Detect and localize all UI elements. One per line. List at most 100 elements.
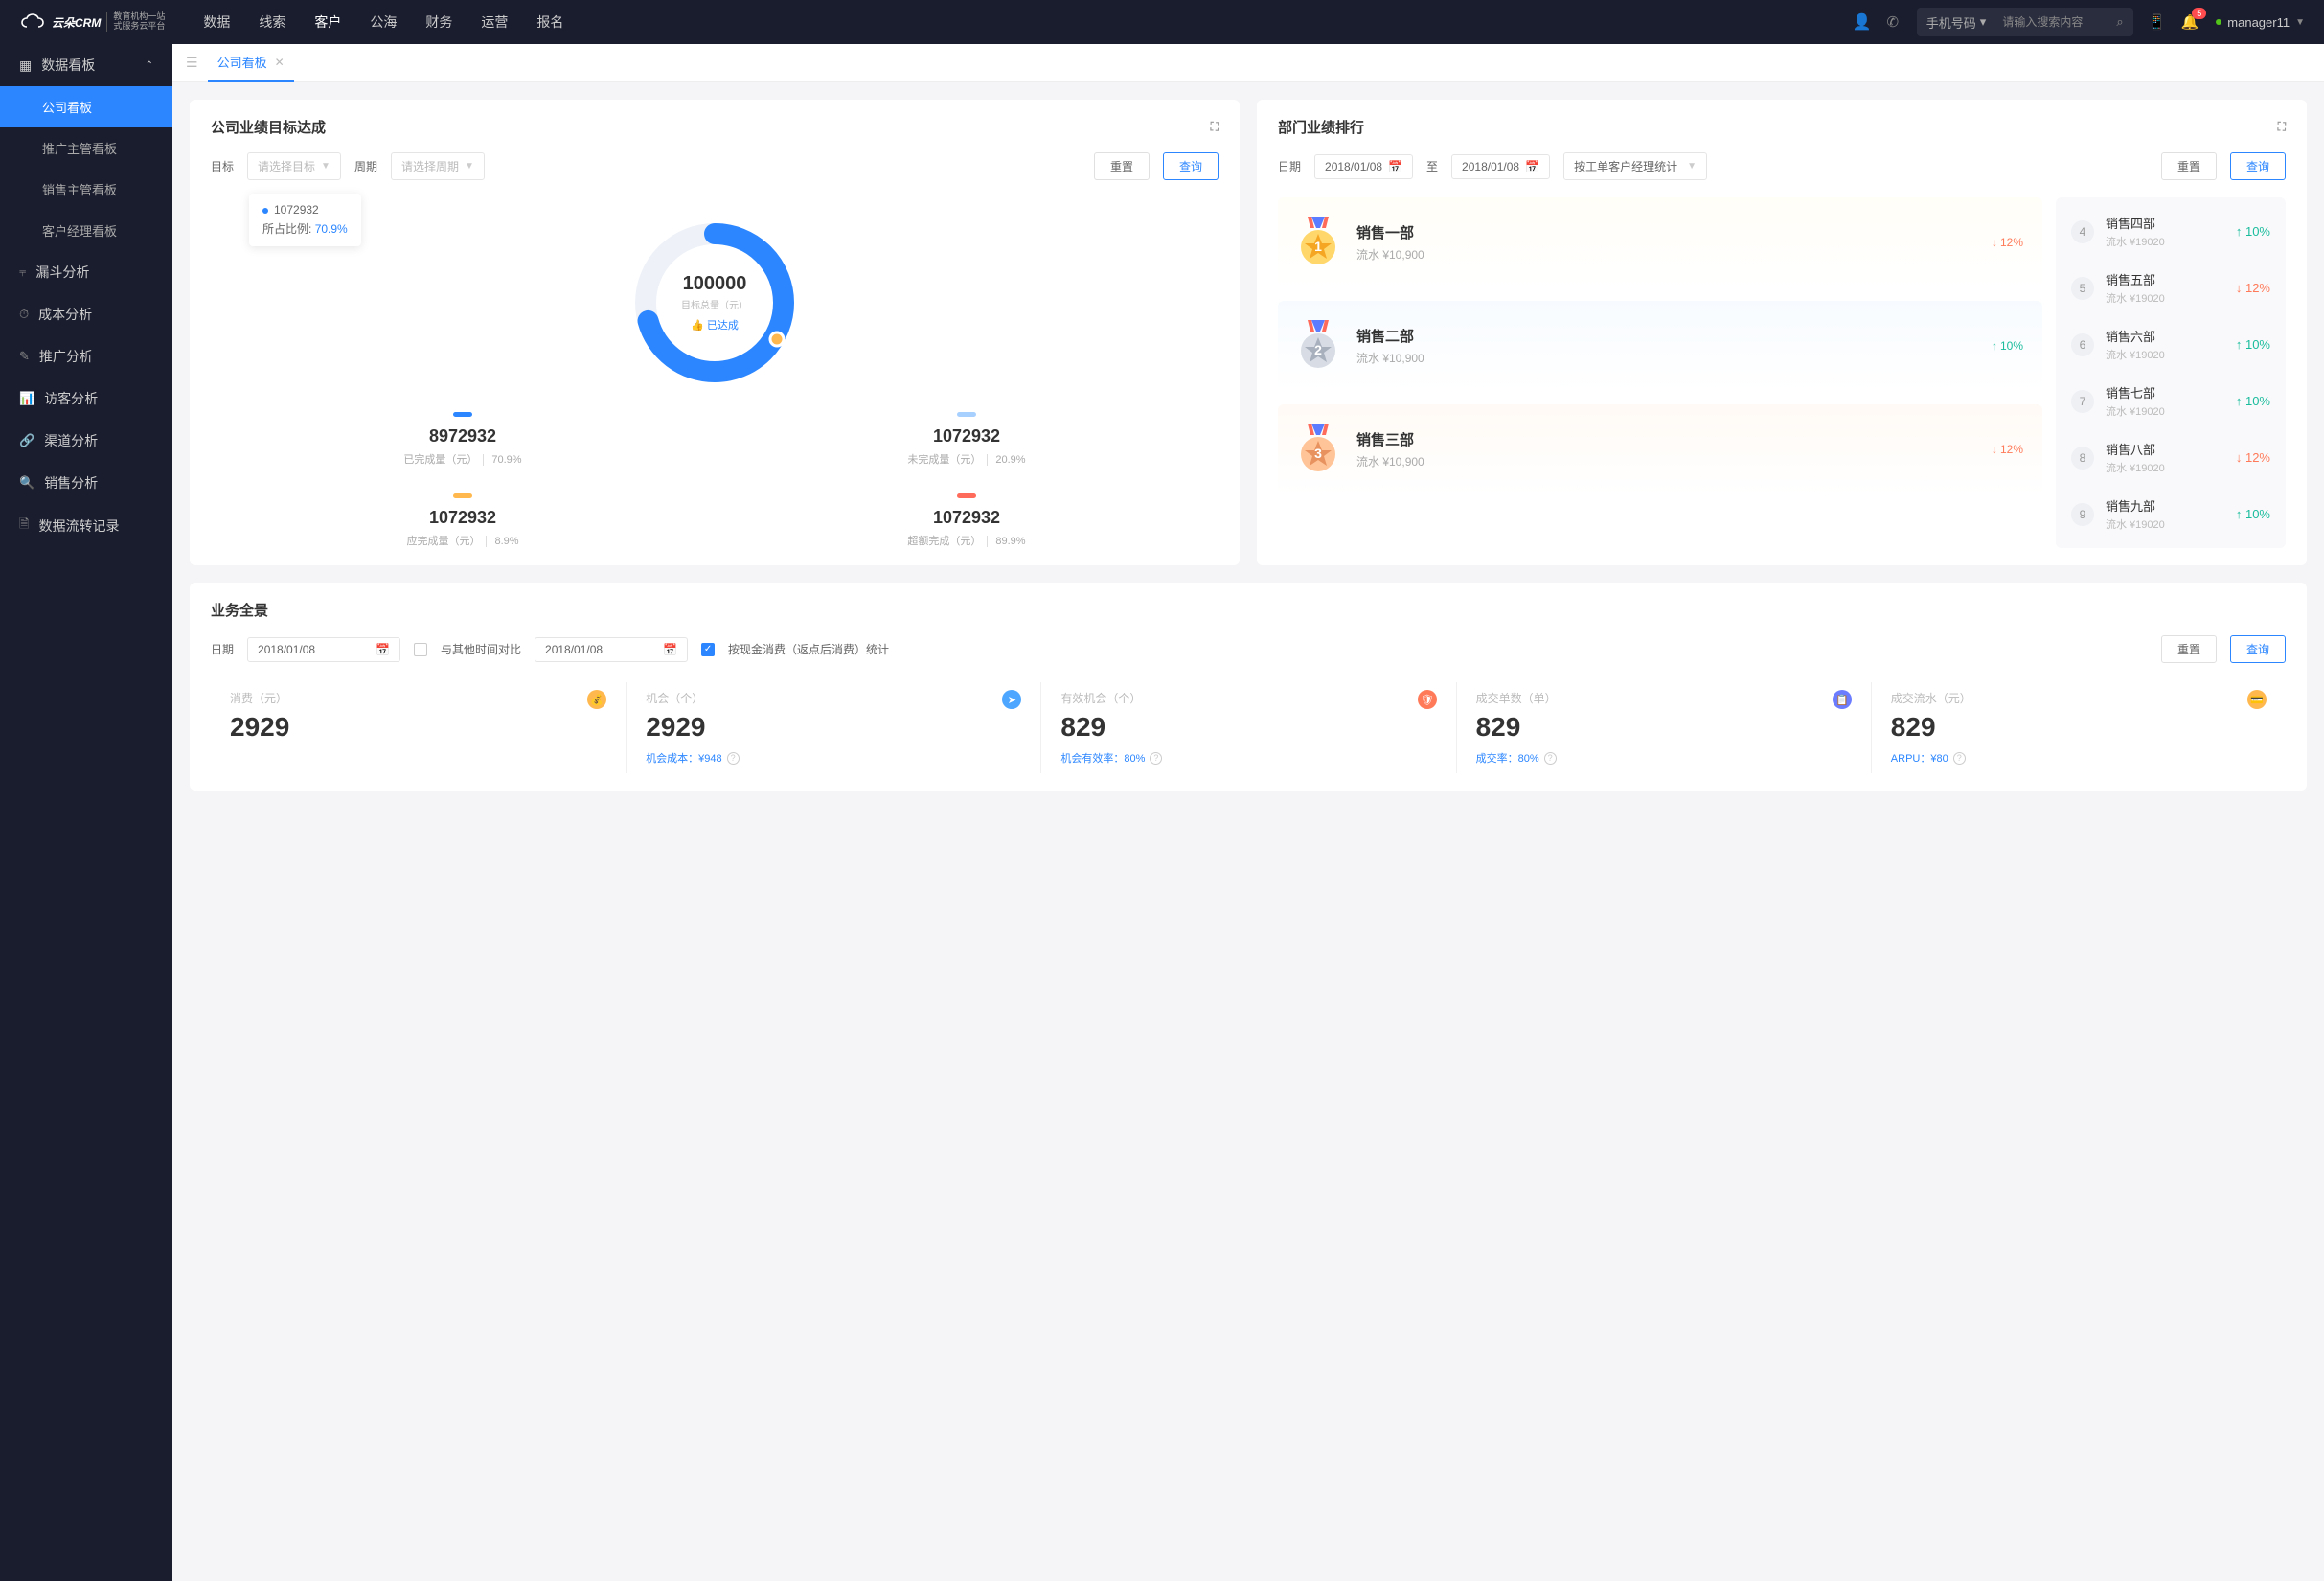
logo[interactable]: 云朵CRM 教育机构一站式服务云平台 <box>19 12 165 32</box>
nav-item[interactable]: 运营 <box>481 12 508 32</box>
sidebar-icon: 🗎 <box>19 516 29 537</box>
sidebar-item[interactable]: 🗎数据流转记录 <box>0 504 172 548</box>
help-icon[interactable]: ? <box>1150 752 1162 765</box>
nav-item[interactable]: 公海 <box>370 12 397 32</box>
help-icon[interactable]: ? <box>1544 752 1557 765</box>
card-title: 部门业绩排行 <box>1278 117 1364 137</box>
date-compare[interactable]: 2018/01/08📅 <box>535 637 688 662</box>
kpi-item: 有效机会（个）🛡829机会有效率：80% ? <box>1040 682 1455 773</box>
pct-change: ↑ 10% <box>2236 337 2270 352</box>
donut-chart: 100000 目标总量（元） 👍 已达成 <box>628 217 801 389</box>
stat-item: 8972932已完成量（元）70.9% <box>211 412 715 467</box>
sidebar-item[interactable]: 🔍销售分析 <box>0 462 172 504</box>
select-period[interactable]: 请选择周期▼ <box>391 152 485 180</box>
kpi-item: 机会（个）➤2929机会成本：¥948 ? <box>626 682 1040 773</box>
rank-row: 8销售八部流水 ¥19020↓ 12% <box>2056 429 2286 486</box>
query-button[interactable]: 查询 <box>1163 152 1219 180</box>
query-button[interactable]: 查询 <box>2230 152 2286 180</box>
user-menu[interactable]: manager11 ▼ <box>2216 15 2305 30</box>
phone-icon[interactable]: ✆ <box>1886 15 1900 29</box>
nav-item[interactable]: 客户 <box>314 12 341 32</box>
reset-button[interactable]: 重置 <box>2161 152 2217 180</box>
sidebar-group-dashboard[interactable]: ▦数据看板 ⌃ <box>0 44 172 86</box>
card-title: 公司业绩目标达成 <box>211 117 326 137</box>
query-button[interactable]: 查询 <box>2230 635 2286 663</box>
notification-badge: 5 <box>2192 8 2206 19</box>
pct-change: ↓12% <box>1992 236 2023 249</box>
select-group[interactable]: 按工单客户经理统计▼ <box>1563 152 1707 180</box>
arrow-icon: ↑ <box>1992 339 1997 353</box>
sidebar-icon: 🔗 <box>19 433 34 448</box>
arrow-icon: ↑ <box>2236 507 2243 521</box>
date-to[interactable]: 2018/01/08📅 <box>1451 154 1550 179</box>
nav-item[interactable]: 财务 <box>425 12 452 32</box>
date-from[interactable]: 2018/01/08📅 <box>1314 154 1413 179</box>
tab-company-board[interactable]: 公司看板 ✕ <box>208 44 294 82</box>
arrow-icon: ↓ <box>1992 236 1997 249</box>
help-icon[interactable]: ? <box>1953 752 1966 765</box>
arrow-icon: ↓ <box>1992 443 1997 456</box>
nav-item[interactable]: 线索 <box>259 12 285 32</box>
label-date: 日期 <box>211 641 234 657</box>
kpi-icon: ➤ <box>1002 690 1021 709</box>
achieved-badge: 👍 已达成 <box>681 317 748 332</box>
pct-change: ↓ 12% <box>2236 281 2270 295</box>
label-compare: 与其他时间对比 <box>441 641 521 657</box>
sidebar-sub-item[interactable]: 销售主管看板 <box>0 169 172 210</box>
donut-label: 目标总量（元） <box>681 297 748 311</box>
brand-name: 云朵CRM <box>52 14 101 31</box>
rank-row: 4销售四部流水 ¥19020↑ 10% <box>2056 203 2286 260</box>
sidebar-item[interactable]: ⫧漏斗分析 <box>0 251 172 293</box>
sidebar-sub-item[interactable]: 推广主管看板 <box>0 127 172 169</box>
search-input[interactable] <box>1994 15 2108 29</box>
reset-button[interactable]: 重置 <box>2161 635 2217 663</box>
rank-card: 2销售二部流水 ¥10,900↑10% <box>1278 301 2042 391</box>
person-icon[interactable]: 👤 <box>1856 15 1869 29</box>
reset-button[interactable]: 重置 <box>1094 152 1150 180</box>
select-target[interactable]: 请选择目标▼ <box>247 152 341 180</box>
card-rank: 部门业绩排行⛶ 日期 2018/01/08📅 至 2018/01/08📅 按工单… <box>1257 100 2307 565</box>
kpi-icon: 💳 <box>2247 690 2267 709</box>
nav-item[interactable]: 报名 <box>536 12 563 32</box>
close-icon[interactable]: ✕ <box>275 56 285 69</box>
expand-icon[interactable]: ⛶ <box>2278 120 2286 134</box>
mobile-icon[interactable]: 📱 <box>2151 15 2164 29</box>
checkbox-compare[interactable] <box>414 643 427 656</box>
rank-row: 9销售九部流水 ¥19020↑ 10% <box>2056 486 2286 542</box>
kpi-item: 成交流水（元）💳829ARPU：¥80 ? <box>1871 682 2286 773</box>
search-box: 手机号码 ▾ ⌕ <box>1917 8 2133 36</box>
sidebar-item[interactable]: 📊访客分析 <box>0 378 172 420</box>
tab-bar: ☰ 公司看板 ✕ <box>172 44 2324 82</box>
pct-change: ↑ 10% <box>2236 394 2270 408</box>
main-nav: 数据 线索 客户 公海 财务 运营 报名 <box>203 12 563 32</box>
kpi-icon: 🛡 <box>1418 690 1437 709</box>
sidebar-item[interactable]: ✎推广分析 <box>0 335 172 378</box>
chevron-down-icon: ▼ <box>2295 17 2305 28</box>
kpi-item: 消费（元）💰2929 <box>211 682 626 773</box>
calendar-icon: 📅 <box>1388 160 1402 173</box>
label-period: 周期 <box>354 158 377 174</box>
bell-icon[interactable]: 🔔5 <box>2181 13 2199 31</box>
rank-card: 3销售三部流水 ¥10,900↓12% <box>1278 404 2042 494</box>
menu-icon[interactable]: ☰ <box>186 55 198 71</box>
nav-item[interactable]: 数据 <box>203 12 230 32</box>
pct-change: ↑ 10% <box>2236 507 2270 521</box>
search-icon[interactable]: ⌕ <box>2116 14 2123 30</box>
sidebar-item[interactable]: 🔗渠道分析 <box>0 420 172 462</box>
rank-card: 1销售一部流水 ¥10,900↓12% <box>1278 197 2042 287</box>
date-input[interactable]: 2018/01/08📅 <box>247 637 400 662</box>
sidebar-icon: 🔍 <box>19 475 34 491</box>
help-icon[interactable]: ? <box>727 752 740 765</box>
kpi-icon: 📋 <box>1833 690 1852 709</box>
label-target: 目标 <box>211 158 234 174</box>
card-biz: 业务全景 日期 2018/01/08📅 与其他时间对比 2018/01/08📅 … <box>190 583 2307 790</box>
search-type-select[interactable]: 手机号码 ▾ <box>1926 13 1987 32</box>
sidebar-sub-item[interactable]: 公司看板 <box>0 86 172 127</box>
sidebar: ▦数据看板 ⌃ 公司看板推广主管看板销售主管看板客户经理看板 ⫧漏斗分析⏱成本分… <box>0 44 172 1581</box>
sidebar-item[interactable]: ⏱成本分析 <box>0 293 172 335</box>
checkbox-stat[interactable]: ✓ <box>701 643 715 656</box>
expand-icon[interactable]: ⛶ <box>1211 120 1219 134</box>
dashboard-icon: ▦ <box>19 57 32 74</box>
sidebar-icon: ⫧ <box>19 264 26 280</box>
sidebar-sub-item[interactable]: 客户经理看板 <box>0 210 172 251</box>
